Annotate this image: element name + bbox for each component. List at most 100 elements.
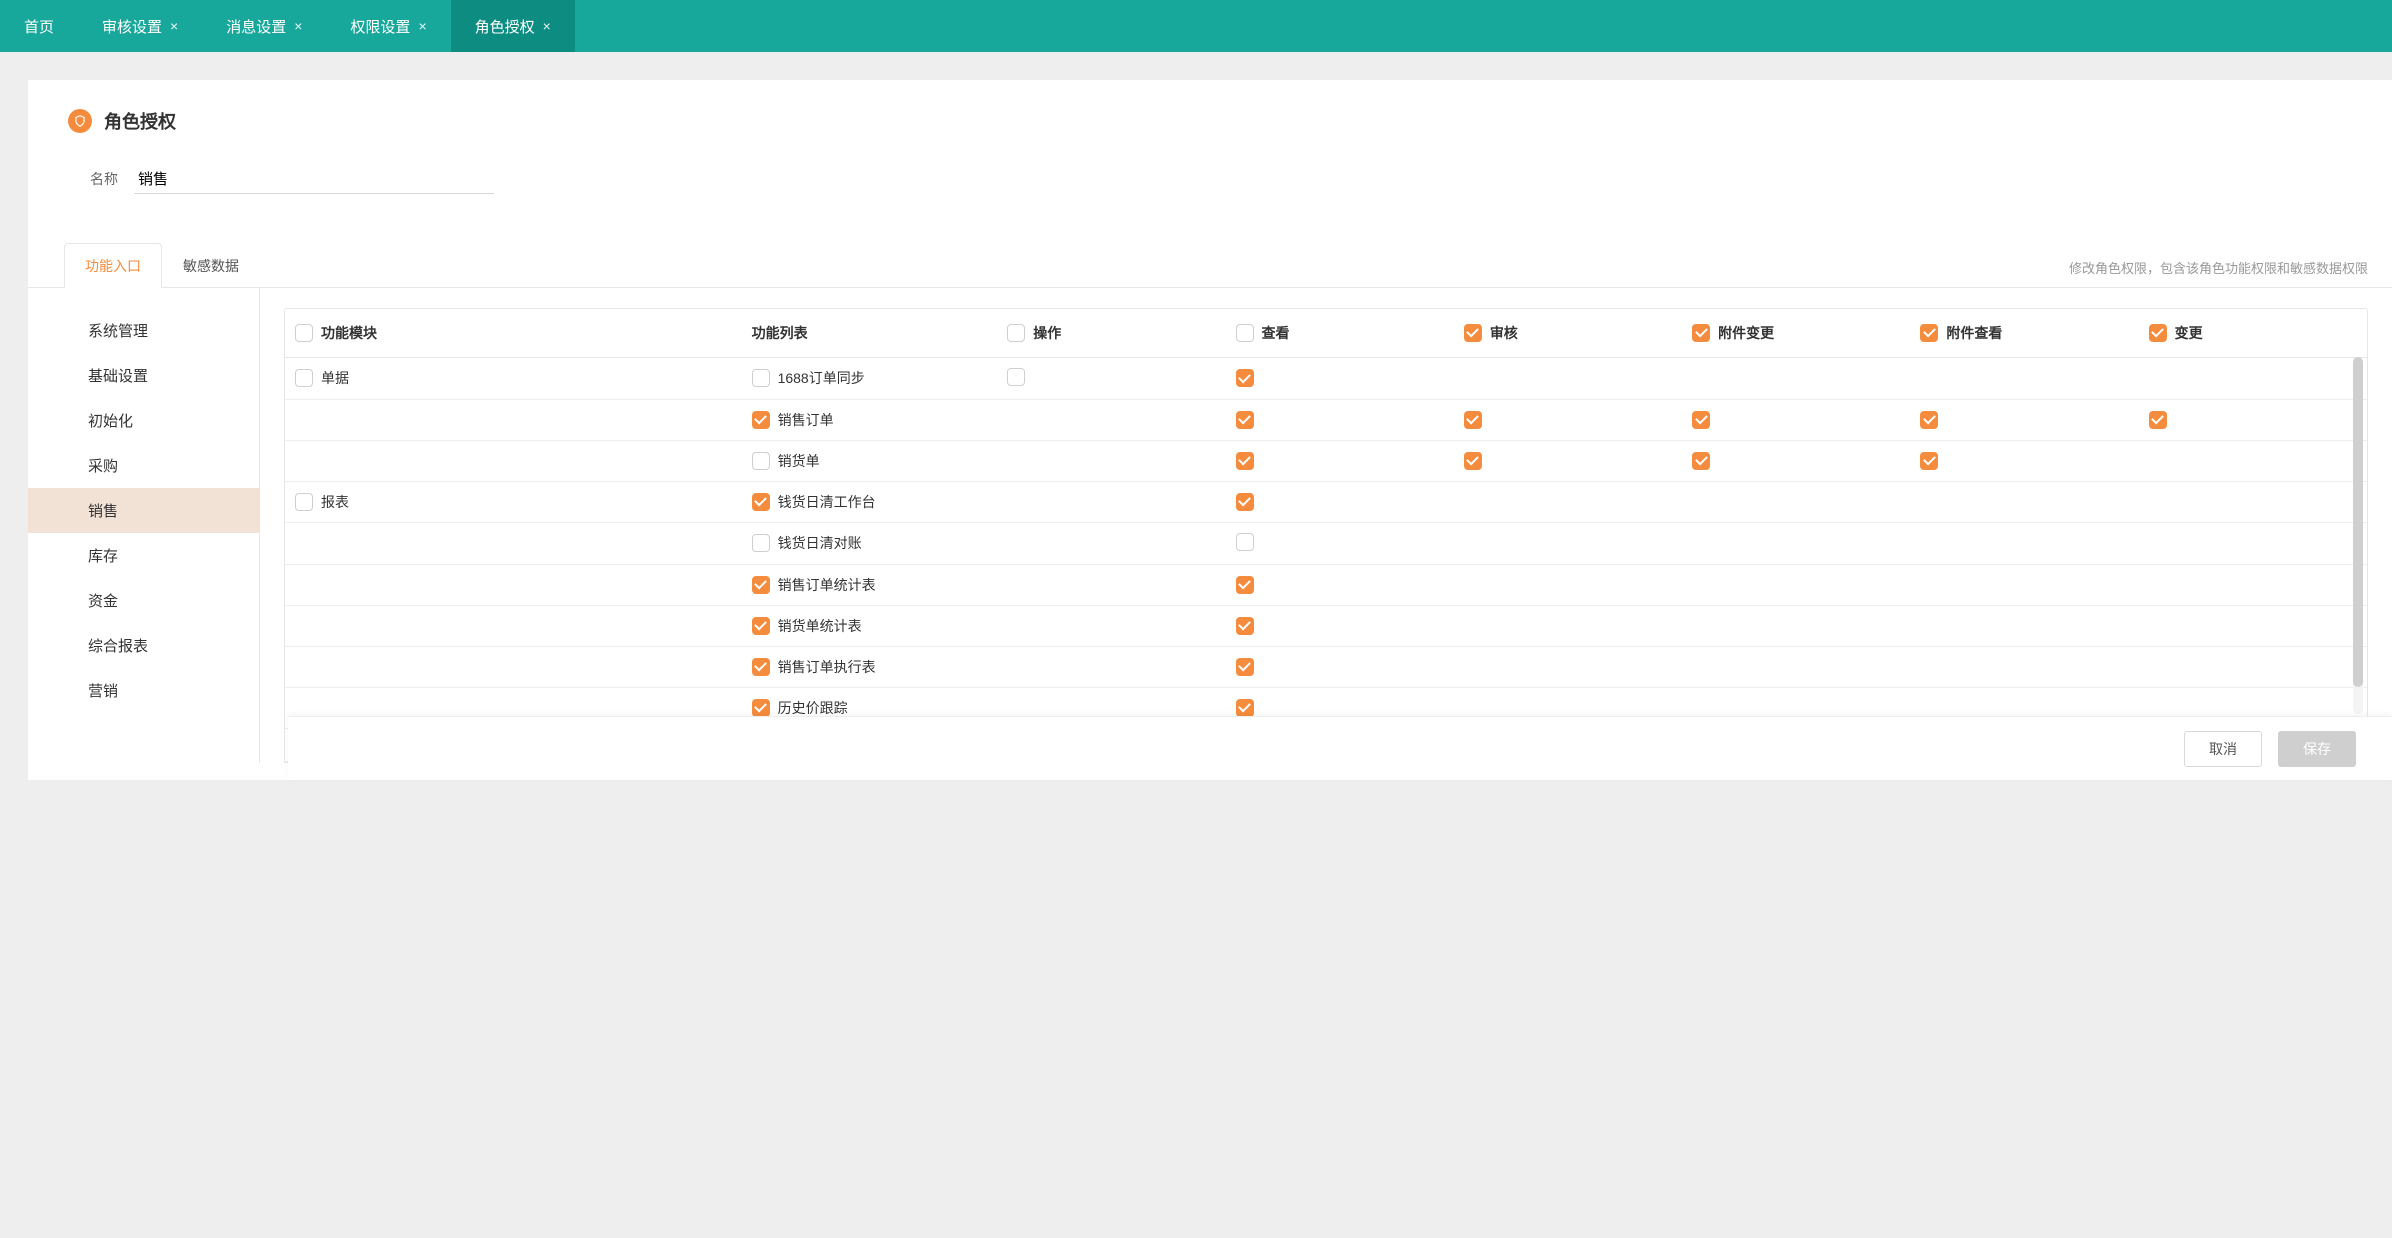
list-label: 销售订单执行表	[778, 657, 876, 677]
category-sidebar: 系统管理基础设置初始化采购销售库存资金综合报表营销	[28, 288, 260, 763]
th-perm-label: 变更	[2175, 323, 2203, 343]
close-icon[interactable]: ×	[543, 18, 551, 34]
topnav-tab[interactable]: 权限设置 ×	[326, 0, 450, 52]
checkbox[interactable]	[752, 699, 770, 717]
close-icon[interactable]: ×	[170, 18, 178, 34]
sidebar-item[interactable]: 库存	[28, 533, 259, 578]
th-op: 操作	[997, 309, 1225, 357]
checkbox[interactable]	[2149, 411, 2167, 429]
th-perm-label: 附件查看	[1946, 323, 2002, 343]
vertical-scrollbar[interactable]	[2353, 357, 2363, 714]
checkbox[interactable]	[752, 576, 770, 594]
checkbox[interactable]	[1464, 324, 1482, 342]
inner-tab[interactable]: 敏感数据	[162, 243, 260, 288]
table-row: 销货单	[285, 440, 2367, 481]
sidebar-item[interactable]: 系统管理	[28, 308, 259, 353]
table-row: 单据 1688订单同步	[285, 357, 2367, 399]
topnav-tab[interactable]: 审核设置 ×	[78, 0, 202, 52]
sidebar-item[interactable]: 销售	[28, 488, 259, 533]
th-list: 功能列表	[742, 309, 998, 357]
checkbox[interactable]	[1920, 411, 1938, 429]
th-module-label: 功能模块	[321, 323, 377, 343]
th-perm: 附件查看	[1910, 309, 2138, 357]
checkbox[interactable]	[1236, 699, 1254, 717]
th-module: 功能模块	[285, 309, 742, 357]
permission-table: 功能模块 功能列表 操作 查看审核附件变更 附件查看 变更 单据 1688订单同步销售订单销…	[285, 309, 2367, 762]
checkbox[interactable]	[1236, 493, 1254, 511]
checkbox[interactable]	[752, 369, 770, 387]
checkbox[interactable]	[1692, 324, 1710, 342]
th-perm: 附件变更	[1682, 309, 1910, 357]
checkbox[interactable]	[1920, 324, 1938, 342]
checkbox[interactable]	[752, 534, 770, 552]
module-label: 报表	[321, 492, 349, 512]
name-input[interactable]	[134, 164, 494, 194]
list-label: 1688订单同步	[778, 368, 865, 388]
th-op-label: 操作	[1033, 323, 1061, 343]
footer-bar: 取消 保存	[288, 716, 2392, 780]
th-perm: 变更	[2139, 309, 2367, 357]
checkbox[interactable]	[295, 324, 313, 342]
checkbox[interactable]	[1236, 617, 1254, 635]
module-label: 单据	[321, 368, 349, 388]
sidebar-item[interactable]: 初始化	[28, 398, 259, 443]
topnav-tab-label: 审核设置	[102, 16, 162, 37]
table-row: 销售订单执行表	[285, 646, 2367, 687]
topnav-tab[interactable]: 消息设置 ×	[202, 0, 326, 52]
checkbox[interactable]	[1236, 576, 1254, 594]
shield-icon	[68, 109, 92, 133]
checkbox[interactable]	[1236, 324, 1254, 342]
th-perm: 审核	[1454, 309, 1682, 357]
checkbox[interactable]	[295, 493, 313, 511]
checkbox[interactable]	[1920, 452, 1938, 470]
checkbox[interactable]	[2149, 324, 2167, 342]
table-row: 报表钱货日清工作台	[285, 481, 2367, 522]
checkbox[interactable]	[1236, 369, 1254, 387]
inner-tab[interactable]: 功能入口	[64, 243, 162, 288]
checkbox[interactable]	[295, 369, 313, 387]
checkbox[interactable]	[752, 452, 770, 470]
checkbox[interactable]	[752, 411, 770, 429]
checkbox[interactable]	[1007, 324, 1025, 342]
top-nav: 首页 审核设置 × 消息设置 × 权限设置 × 角色授权 ×	[0, 0, 2392, 52]
sidebar-item[interactable]: 基础设置	[28, 353, 259, 398]
table-row: 销售订单统计表	[285, 564, 2367, 605]
topnav-tab-label: 角色授权	[475, 16, 535, 37]
th-perm: 查看	[1226, 309, 1454, 357]
close-icon[interactable]: ×	[294, 18, 302, 34]
checkbox[interactable]	[1692, 452, 1710, 470]
inner-tabs: 功能入口敏感数据	[64, 242, 260, 287]
checkbox[interactable]	[1236, 411, 1254, 429]
checkbox[interactable]	[1007, 368, 1025, 386]
checkbox[interactable]	[1236, 533, 1254, 551]
list-label: 钱货日清对账	[778, 533, 862, 553]
permission-table-wrap: 功能模块 功能列表 操作 查看审核附件变更 附件查看 变更 单据 1688订单同步销售订单销…	[284, 308, 2368, 763]
topnav-tab[interactable]: 首页	[0, 0, 78, 52]
table-row: 钱货日清对账	[285, 522, 2367, 564]
cancel-button[interactable]: 取消	[2184, 731, 2262, 767]
checkbox[interactable]	[1236, 452, 1254, 470]
name-label: 名称	[90, 169, 118, 189]
checkbox[interactable]	[1464, 411, 1482, 429]
sidebar-item[interactable]: 综合报表	[28, 623, 259, 668]
checkbox[interactable]	[752, 493, 770, 511]
checkbox[interactable]	[1236, 658, 1254, 676]
page-title: 角色授权	[104, 108, 176, 134]
checkbox[interactable]	[1692, 411, 1710, 429]
checkbox[interactable]	[752, 617, 770, 635]
topnav-tab[interactable]: 角色授权 ×	[451, 0, 575, 52]
sidebar-item[interactable]: 营销	[28, 668, 259, 713]
topnav-tab-label: 权限设置	[350, 16, 410, 37]
table-row: 销售订单	[285, 399, 2367, 440]
list-label: 销货单	[778, 451, 820, 471]
th-list-label: 功能列表	[752, 323, 808, 343]
table-row: 销货单统计表	[285, 605, 2367, 646]
save-button[interactable]: 保存	[2278, 731, 2356, 767]
topnav-tab-label: 消息设置	[226, 16, 286, 37]
close-icon[interactable]: ×	[418, 18, 426, 34]
checkbox[interactable]	[1464, 452, 1482, 470]
sidebar-item[interactable]: 资金	[28, 578, 259, 623]
hint-text: 修改角色权限，包含该角色功能权限和敏感数据权限	[2069, 258, 2368, 287]
sidebar-item[interactable]: 采购	[28, 443, 259, 488]
checkbox[interactable]	[752, 658, 770, 676]
